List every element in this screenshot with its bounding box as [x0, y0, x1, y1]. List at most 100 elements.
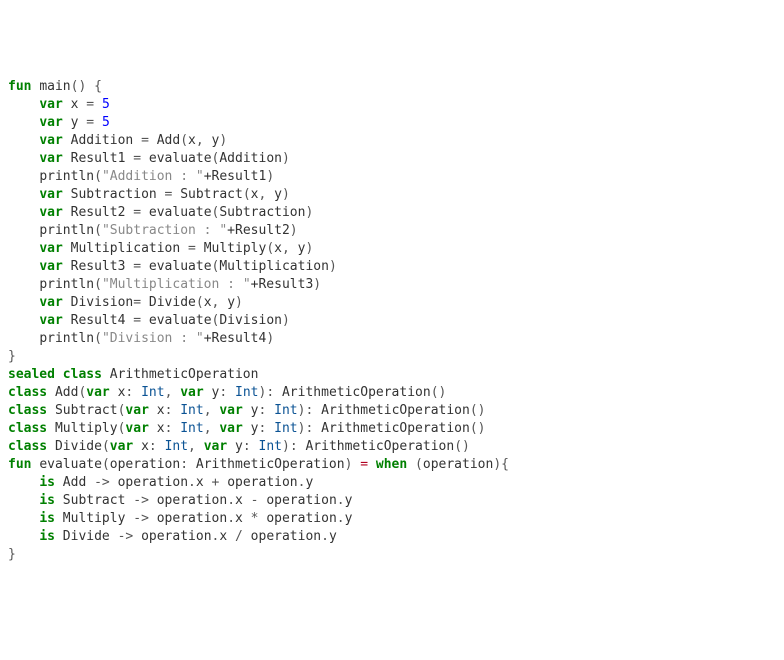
- code-token: Result2: [71, 205, 134, 220]
- code-token: Int: [141, 385, 164, 400]
- code-token: Result3: [258, 277, 313, 292]
- code-token: ,: [204, 403, 220, 418]
- code-token: .: [337, 493, 345, 508]
- code-token: "Division : ": [102, 331, 204, 346]
- code-token: y: [251, 403, 259, 418]
- code-token: (: [180, 133, 188, 148]
- code-line: var Result1 = evaluate(Addition): [8, 150, 776, 168]
- code-token: :: [259, 403, 275, 418]
- code-token: ,: [212, 295, 228, 310]
- code-token: x: [235, 511, 251, 526]
- code-token: .: [227, 493, 235, 508]
- code-token: Add: [63, 475, 94, 490]
- code-token: ArithmeticOperation: [196, 457, 345, 472]
- code-line: var Multiplication = Multiply(x, y): [8, 240, 776, 258]
- code-token: Int: [274, 403, 297, 418]
- code-token: ): [313, 277, 321, 292]
- code-token: y: [329, 529, 337, 544]
- code-token: ): [329, 259, 337, 274]
- code-token: var: [39, 241, 70, 256]
- code-token: .: [321, 529, 329, 544]
- code-token: operation: [157, 511, 227, 526]
- code-token: Subtract: [63, 493, 133, 508]
- code-line: sealed class ArithmeticOperation: [8, 366, 776, 384]
- code-token: Subtract: [55, 403, 118, 418]
- code-token: var: [39, 97, 70, 112]
- code-token: var: [204, 439, 235, 454]
- code-token: Subtraction: [219, 205, 305, 220]
- code-token: (): [470, 403, 486, 418]
- code-token: operation: [266, 493, 336, 508]
- code-token: =: [141, 133, 157, 148]
- code-token: ,: [282, 241, 298, 256]
- code-token: var: [219, 421, 250, 436]
- code-line: var Subtraction = Subtract(x, y): [8, 186, 776, 204]
- code-token: =: [133, 295, 149, 310]
- code-token: :: [219, 385, 235, 400]
- code-token: ): [282, 187, 290, 202]
- code-token: 5: [102, 97, 110, 112]
- code-token: +: [204, 331, 212, 346]
- code-token: ->: [133, 511, 156, 526]
- code-token: (: [415, 457, 423, 472]
- code-line: is Subtract -> operation.x - operation.y: [8, 492, 776, 510]
- code-token: Multiply: [55, 421, 118, 436]
- code-token: :: [165, 421, 181, 436]
- code-line: var Result4 = evaluate(Division): [8, 312, 776, 330]
- code-token: x: [141, 439, 149, 454]
- code-token: ,: [196, 133, 212, 148]
- code-token: :: [243, 439, 259, 454]
- code-token: x: [157, 421, 165, 436]
- code-token: var: [39, 115, 70, 130]
- code-token: println: [39, 169, 94, 184]
- code-token: ): [282, 151, 290, 166]
- code-token: (: [266, 241, 274, 256]
- code-token: 5: [102, 115, 110, 130]
- code-line: var Result3 = evaluate(Multiplication): [8, 258, 776, 276]
- code-line: var Result2 = evaluate(Subtraction): [8, 204, 776, 222]
- code-token: var: [180, 385, 211, 400]
- code-token: when: [376, 457, 415, 472]
- code-token: (: [94, 331, 102, 346]
- code-token: ArithmeticOperation: [321, 403, 470, 418]
- code-line: class Divide(var x: Int, var y: Int): Ar…: [8, 438, 776, 456]
- code-line: is Divide -> operation.x / operation.y: [8, 528, 776, 546]
- code-token: +: [204, 169, 212, 184]
- code-token: ): [282, 439, 290, 454]
- code-token: Result1: [212, 169, 267, 184]
- code-token: ,: [258, 187, 274, 202]
- code-token: var: [39, 313, 70, 328]
- code-token: =: [188, 241, 204, 256]
- code-token: x: [219, 529, 235, 544]
- code-token: }: [8, 547, 16, 562]
- code-token: Result1: [71, 151, 134, 166]
- code-token: operation: [157, 493, 227, 508]
- code-token: (: [94, 223, 102, 238]
- code-token: class: [8, 421, 55, 436]
- code-token: :: [305, 403, 321, 418]
- code-token: x: [188, 133, 196, 148]
- code-line: var y = 5: [8, 114, 776, 132]
- code-token: evaluate: [149, 313, 212, 328]
- code-token: "Multiplication : ": [102, 277, 251, 292]
- code-line: var x = 5: [8, 96, 776, 114]
- code-token: y: [235, 439, 243, 454]
- code-line: println("Division : "+Result4): [8, 330, 776, 348]
- code-token: Int: [180, 421, 203, 436]
- code-token: Multiplication: [219, 259, 329, 274]
- code-token: +: [212, 475, 228, 490]
- code-token: operation: [110, 457, 180, 472]
- code-token: }: [8, 349, 16, 364]
- code-token: class: [8, 439, 55, 454]
- code-token: :: [180, 457, 196, 472]
- code-token: :: [125, 385, 141, 400]
- code-token: Multiplication: [71, 241, 188, 256]
- code-token: ): [235, 295, 243, 310]
- code-token: :: [266, 385, 282, 400]
- code-token: .: [188, 475, 196, 490]
- code-token: var: [219, 403, 250, 418]
- code-token: =: [133, 259, 149, 274]
- code-line: fun evaluate(operation: ArithmeticOperat…: [8, 456, 776, 474]
- code-line: println("Addition : "+Result1): [8, 168, 776, 186]
- code-token: println: [39, 277, 94, 292]
